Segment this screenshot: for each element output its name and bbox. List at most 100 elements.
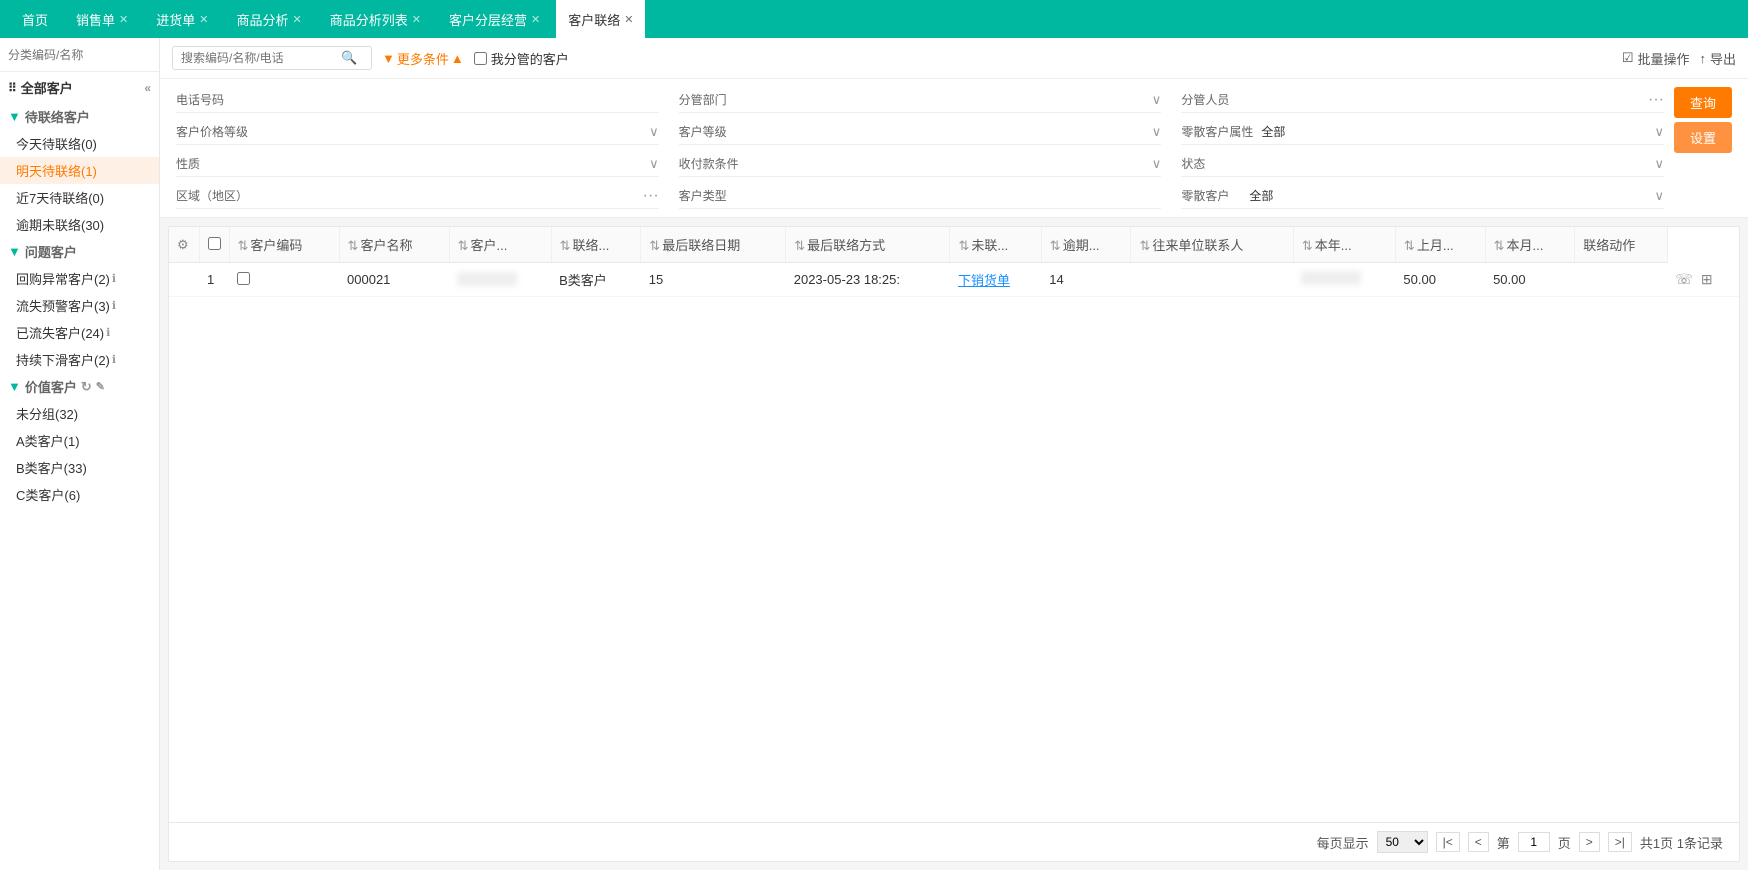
- nav-purchase-close[interactable]: ✕: [199, 13, 208, 26]
- filter-payment: 收付款条件 ∨: [679, 151, 1162, 177]
- batch-operation-btn[interactable]: ☑ 批量操作: [1622, 49, 1690, 68]
- row-checkbox[interactable]: [237, 272, 250, 285]
- sort-icon-last-month[interactable]: ⇅: [1404, 238, 1415, 253]
- row-last-method-value[interactable]: 下销货单: [958, 273, 1010, 288]
- top-navigation: 首页 销售单 ✕ 进货单 ✕ 商品分析 ✕ 商品分析列表 ✕ 客户分层经营 ✕ …: [0, 0, 1748, 38]
- filter-person-ellipsis[interactable]: ···: [1648, 92, 1664, 108]
- sidebar-all-customers[interactable]: ⠿ 全部客户 «: [0, 72, 159, 103]
- more-conditions-label: 更多条件: [397, 49, 449, 68]
- sort-icon-uncontacted[interactable]: ⇅: [958, 238, 969, 253]
- filter-nature: 性质 ∨: [176, 151, 659, 177]
- sidebar-item-declining[interactable]: 持续下滑客户(2) ℹ: [0, 346, 159, 373]
- search-input[interactable]: [181, 51, 341, 65]
- per-page-select[interactable]: 50 100 200: [1377, 831, 1428, 853]
- sidebar-item-ungrouped[interactable]: 未分组(32): [0, 400, 159, 427]
- filter-price-grade-dropdown-icon[interactable]: ∨: [649, 124, 659, 140]
- batch-operation-label: 批量操作: [1637, 49, 1689, 68]
- page-suffix: 页: [1558, 833, 1571, 852]
- value-edit-icon[interactable]: ✎: [96, 380, 105, 393]
- page-last-btn[interactable]: >|: [1608, 832, 1632, 852]
- nav-product-analysis-list-close[interactable]: ✕: [412, 13, 421, 26]
- sort-icon-name[interactable]: ⇅: [348, 238, 359, 253]
- sidebar-item-c-class[interactable]: C类客户(6): [0, 481, 159, 508]
- sidebar-item-repurchase-abnormal[interactable]: 回购异常客户(2) ℹ: [0, 265, 159, 292]
- sort-icon-overdue[interactable]: ⇅: [1050, 238, 1061, 253]
- nav-customer-tier-close[interactable]: ✕: [531, 13, 540, 26]
- page-first-btn[interactable]: |<: [1436, 832, 1460, 852]
- export-btn[interactable]: ↑ 导出: [1699, 49, 1736, 68]
- page-input[interactable]: [1518, 832, 1550, 852]
- filter-region-label: 区域（地区）: [176, 187, 248, 204]
- row-action-grid-icon[interactable]: ⊞: [1701, 271, 1713, 288]
- filter-customer-grade-dropdown-icon[interactable]: ∨: [1152, 124, 1162, 140]
- nav-product-analysis[interactable]: 商品分析 ✕: [224, 0, 313, 38]
- nav-customer-tier[interactable]: 客户分层经营 ✕: [437, 0, 552, 38]
- filter-region: 区域（地区） ···: [176, 183, 659, 209]
- filter-retail-customer-label: 零散客户: [1181, 187, 1241, 204]
- filter-retail-customer-dropdown-icon[interactable]: ∨: [1654, 188, 1664, 204]
- sidebar-item-tomorrow-pending[interactable]: 明天待联络(1): [0, 157, 159, 184]
- filter-person-label: 分管人员: [1181, 91, 1241, 108]
- row-code: 000021: [339, 263, 449, 297]
- my-customers-checkbox-label[interactable]: 我分管的客户: [474, 49, 569, 68]
- sort-icon-year[interactable]: ⇅: [1302, 238, 1313, 253]
- select-all-checkbox[interactable]: [208, 237, 221, 250]
- info-icon-2: ℹ: [106, 326, 110, 339]
- filter-status-dropdown-icon[interactable]: ∨: [1654, 156, 1664, 172]
- filter-nature-dropdown-icon[interactable]: ∨: [649, 156, 659, 172]
- sidebar-search-container: 🔍: [0, 38, 159, 72]
- nav-product-analysis-label: 商品分析: [236, 10, 288, 29]
- filter-dept-dropdown-icon[interactable]: ∨: [1152, 92, 1162, 108]
- page-prev-btn[interactable]: <: [1468, 832, 1489, 852]
- filter-retail-attr-dropdown-icon[interactable]: ∨: [1654, 124, 1664, 140]
- sidebar-item-overdue-pending[interactable]: 逾期未联络(30): [0, 211, 159, 238]
- sort-icon-type[interactable]: ⇅: [458, 238, 469, 253]
- col-this-year: ⇅本年...: [1293, 227, 1395, 263]
- set-button[interactable]: 设置: [1674, 122, 1732, 153]
- filter-person: 分管人员 ···: [1181, 87, 1664, 113]
- sort-icon-this-month[interactable]: ⇅: [1494, 238, 1505, 253]
- sort-icon-date[interactable]: ⇅: [649, 238, 660, 253]
- sidebar-problem-section: ▼ 问题客户: [0, 238, 159, 265]
- sort-icon-code[interactable]: ⇅: [238, 238, 249, 253]
- filter-retail-customer-value[interactable]: 全部: [1249, 187, 1654, 204]
- sidebar-item-overdue-pending-label: 逾期未联络(30): [16, 215, 104, 234]
- sidebar-item-churned[interactable]: 已流失客户(24) ℹ: [0, 319, 159, 346]
- row-action-phone-icon[interactable]: ☏: [1675, 271, 1693, 288]
- nav-customer-contact-close[interactable]: ✕: [624, 13, 633, 26]
- nav-customer-contact[interactable]: 客户联络 ✕: [556, 0, 645, 38]
- nav-purchase[interactable]: 进货单 ✕: [144, 0, 220, 38]
- table-scroll-wrapper[interactable]: ⚙ ⇅客户编码 ⇅客户名称 ⇅客户... ⇅联络... ⇅最后联络日期 ⇅最后联…: [169, 227, 1739, 822]
- nav-product-analysis-close[interactable]: ✕: [293, 13, 302, 26]
- nav-sales[interactable]: 销售单 ✕: [64, 0, 140, 38]
- filter-customer-type-label: 客户类型: [679, 187, 739, 204]
- sidebar-search-input[interactable]: [8, 48, 160, 62]
- filter-payment-dropdown-icon[interactable]: ∨: [1152, 156, 1162, 172]
- filter-nature-label: 性质: [176, 155, 236, 172]
- sidebar-pending-label: 待联络客户: [25, 107, 90, 126]
- value-refresh-icon[interactable]: ↻: [81, 379, 92, 395]
- col-contact-person: ⇅往来单位联系人: [1131, 227, 1293, 263]
- sort-icon-method[interactable]: ⇅: [794, 238, 805, 253]
- sidebar-item-today-pending[interactable]: 今天待联络(0): [0, 130, 159, 157]
- nav-product-analysis-list[interactable]: 商品分析列表 ✕: [318, 0, 433, 38]
- filter-region-ellipsis[interactable]: ···: [643, 188, 659, 204]
- row-last-method: 下销货单: [950, 263, 1041, 297]
- my-customers-checkbox[interactable]: [474, 52, 487, 65]
- query-button[interactable]: 查询: [1674, 87, 1732, 118]
- nav-sales-close[interactable]: ✕: [119, 13, 128, 26]
- sidebar-item-b-class[interactable]: B类客户(33): [0, 454, 159, 481]
- more-conditions-btn[interactable]: ▼ 更多条件 ▲: [382, 49, 464, 68]
- nav-home[interactable]: 首页: [10, 0, 60, 38]
- filter-retail-attr-value[interactable]: 全部: [1261, 123, 1654, 140]
- sidebar-item-7days-pending[interactable]: 近7天待联络(0): [0, 184, 159, 211]
- sidebar-collapse-icon[interactable]: «: [144, 81, 151, 95]
- page-next-btn[interactable]: >: [1579, 832, 1600, 852]
- sidebar-item-a-class[interactable]: A类客户(1): [0, 427, 159, 454]
- column-settings-icon[interactable]: ⚙: [177, 237, 189, 252]
- sort-icon-person[interactable]: ⇅: [1139, 238, 1150, 253]
- sort-icon-contact[interactable]: ⇅: [560, 238, 571, 253]
- filter-row-1: 电话号码 分管部门 ∨ 分管人员 ···: [176, 87, 1664, 113]
- sidebar-item-churn-warning[interactable]: 流失预警客户(3) ℹ: [0, 292, 159, 319]
- search-box-icon[interactable]: 🔍: [341, 50, 357, 66]
